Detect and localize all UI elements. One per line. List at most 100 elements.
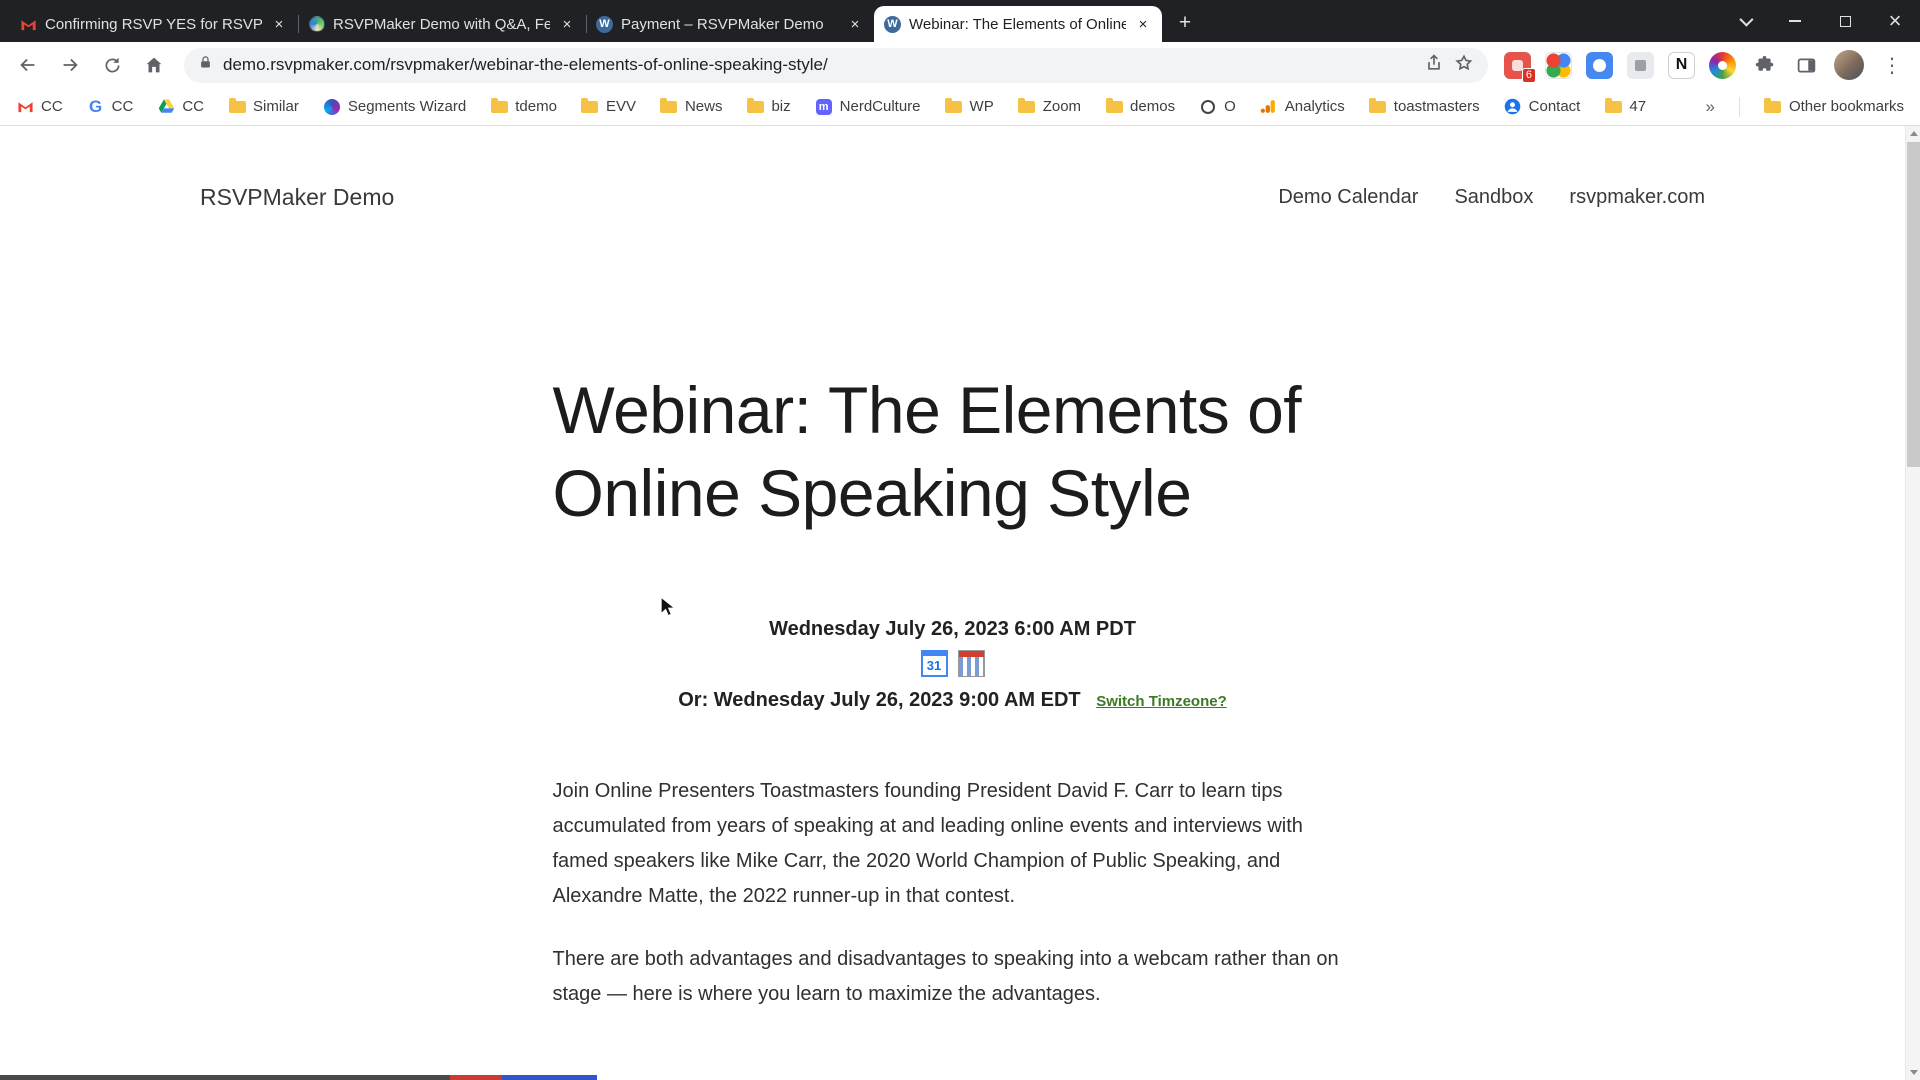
scrollbar-up-arrow-icon[interactable] (1906, 126, 1920, 141)
extension-icon-red[interactable]: 6 (1504, 51, 1536, 83)
tab-title: Confirming RSVP YES for RSVPM (45, 15, 262, 33)
other-bookmarks-button[interactable]: Other bookmarks (1764, 97, 1904, 115)
page-title: Webinar: The Elements of Online Speaking… (552, 373, 1302, 530)
bookmark-analytics[interactable]: Analytics (1260, 98, 1345, 115)
nav-link-sandbox[interactable]: Sandbox (1454, 186, 1533, 209)
bookmark-label: NerdCulture (839, 98, 921, 115)
embed-edge-segment (0, 1075, 450, 1080)
person-icon (1504, 98, 1522, 115)
tab-close-icon[interactable] (270, 15, 288, 33)
nav-link-rsvpmaker[interactable]: rsvpmaker.com (1569, 186, 1705, 209)
extension-icon-notion[interactable] (1668, 51, 1695, 79)
bookmark-gmail-cc[interactable]: CC (16, 98, 63, 115)
window-controls (1720, 0, 1920, 42)
close-window-button[interactable] (1870, 0, 1920, 42)
drive-icon (157, 99, 175, 115)
folder-icon (945, 97, 963, 115)
event-datetime-secondary: Or: Wednesday July 26, 2023 9:00 AM EDT … (553, 689, 1353, 712)
event-datetime-secondary-text: Or: Wednesday July 26, 2023 9:00 AM EDT (678, 689, 1081, 711)
tab-webinar-active[interactable]: W Webinar: The Elements of Online (874, 6, 1162, 42)
bookmark-google-cc[interactable]: G CC (87, 97, 134, 116)
bookmark-drive-cc[interactable]: CC (157, 98, 204, 115)
folder-icon (1369, 97, 1387, 115)
bookmark-label: Zoom (1042, 98, 1082, 115)
bookmark-toastmasters[interactable]: toastmasters (1369, 97, 1480, 115)
webpage: RSVPMaker Demo Demo Calendar Sandbox rsv… (0, 126, 1905, 1080)
bookmark-nerdculture[interactable]: m NerdCulture (815, 98, 921, 115)
folder-icon (581, 97, 599, 115)
bookmark-label: biz (771, 98, 791, 115)
bookmark-label: 47 (1629, 98, 1647, 115)
analytics-icon (1260, 99, 1278, 115)
address-bar[interactable]: demo.rsvpmaker.com/rsvpmaker/webinar-the… (184, 47, 1488, 83)
forward-button[interactable] (52, 47, 88, 83)
folder-icon (1764, 97, 1782, 115)
switch-timezone-link[interactable]: Switch Timzeone? (1096, 693, 1227, 710)
extension-icon-blue[interactable] (1586, 51, 1613, 79)
bookmark-o[interactable]: O (1199, 98, 1236, 115)
bookmarks-bar: CC G CC CC Similar Segments Wizard tdemo… (0, 88, 1920, 125)
bookmark-segments-wizard[interactable]: Segments Wizard (323, 98, 466, 115)
ical-calendar-icon[interactable] (957, 650, 985, 677)
bookmark-contact[interactable]: Contact (1504, 98, 1580, 115)
wordpress-icon: W (596, 15, 613, 33)
bookmark-label: EVV (605, 98, 636, 115)
bookmark-wp[interactable]: WP (945, 97, 994, 115)
google-icon: G (89, 97, 103, 116)
minimize-button[interactable] (1770, 0, 1820, 42)
folder-icon (228, 97, 246, 115)
google-calendar-icon[interactable]: 31 (920, 650, 948, 677)
extension-icon-starburst[interactable] (1709, 51, 1736, 79)
event-description-paragraph: There are both advantages and disadvanta… (552, 948, 1339, 1005)
tab-rsvpmaker-qa[interactable]: RSVPMaker Demo with Q&A, Fea (298, 6, 587, 42)
event-datetime-primary: Wednesday July 26, 2023 6:00 AM PDT (769, 618, 1136, 640)
tab-close-icon[interactable] (1134, 15, 1152, 33)
bookmark-news[interactable]: News (660, 97, 722, 115)
folder-icon (660, 97, 678, 115)
menu-kebab-icon[interactable] (1874, 47, 1910, 83)
tab-gmail-rsvp[interactable]: Confirming RSVP YES for RSVPM (10, 6, 299, 42)
event-description-paragraph: Join Online Presenters Toastmasters foun… (552, 780, 1303, 907)
bookmark-biz[interactable]: biz (746, 97, 791, 115)
bookmarks-overflow-chevron-icon[interactable] (1705, 97, 1714, 117)
bookmark-label: Segments Wizard (347, 98, 467, 115)
scrollbar-down-arrow-icon[interactable] (1906, 1065, 1920, 1080)
bookmark-evv[interactable]: EVV (581, 97, 636, 115)
back-button[interactable] (10, 47, 46, 83)
side-panel-icon[interactable] (1788, 47, 1824, 83)
extensions-puzzle-icon[interactable] (1746, 47, 1782, 83)
folder-icon (490, 97, 508, 115)
tab-search-chevron-icon[interactable] (1720, 0, 1770, 42)
extension-icon-colored-dots[interactable] (1545, 51, 1572, 79)
site-title[interactable]: RSVPMaker Demo (200, 184, 394, 211)
tab-close-icon[interactable] (846, 15, 864, 33)
tab-close-icon[interactable] (558, 15, 576, 33)
profile-avatar[interactable] (1834, 50, 1864, 80)
vertical-scrollbar[interactable] (1905, 126, 1920, 1080)
event-article: Webinar: The Elements of Online Speaking… (553, 369, 1353, 1012)
bookmark-demos[interactable]: demos (1105, 97, 1175, 115)
lock-icon (198, 55, 213, 75)
new-tab-button[interactable] (1170, 8, 1200, 38)
scrollbar-thumb[interactable] (1907, 142, 1920, 467)
tab-payment[interactable]: W Payment – RSVPMaker Demo (586, 6, 874, 42)
extension-badge: 6 (1521, 67, 1536, 83)
nav-link-demo-calendar[interactable]: Demo Calendar (1278, 186, 1418, 209)
bookmark-tdemo[interactable]: tdemo (490, 97, 557, 115)
bookmark-label: O (1224, 98, 1236, 115)
bookmark-47[interactable]: 47 (1604, 97, 1647, 115)
bookmark-label: CC (111, 98, 134, 115)
reload-button[interactable] (94, 47, 130, 83)
bookmark-star-icon[interactable] (1454, 53, 1474, 78)
folder-icon (1604, 97, 1622, 115)
bookmark-similar[interactable]: Similar (228, 97, 299, 115)
folder-icon (1018, 97, 1036, 115)
share-icon[interactable] (1424, 53, 1444, 78)
segments-wizard-icon (323, 98, 341, 115)
bookmark-zoom[interactable]: Zoom (1018, 97, 1082, 115)
gmail-icon (16, 99, 34, 115)
tab-bar: Confirming RSVP YES for RSVPM RSVPMaker … (0, 0, 1920, 42)
maximize-button[interactable] (1820, 0, 1870, 42)
home-button[interactable] (136, 47, 172, 83)
extension-icon-grey[interactable] (1627, 51, 1654, 79)
